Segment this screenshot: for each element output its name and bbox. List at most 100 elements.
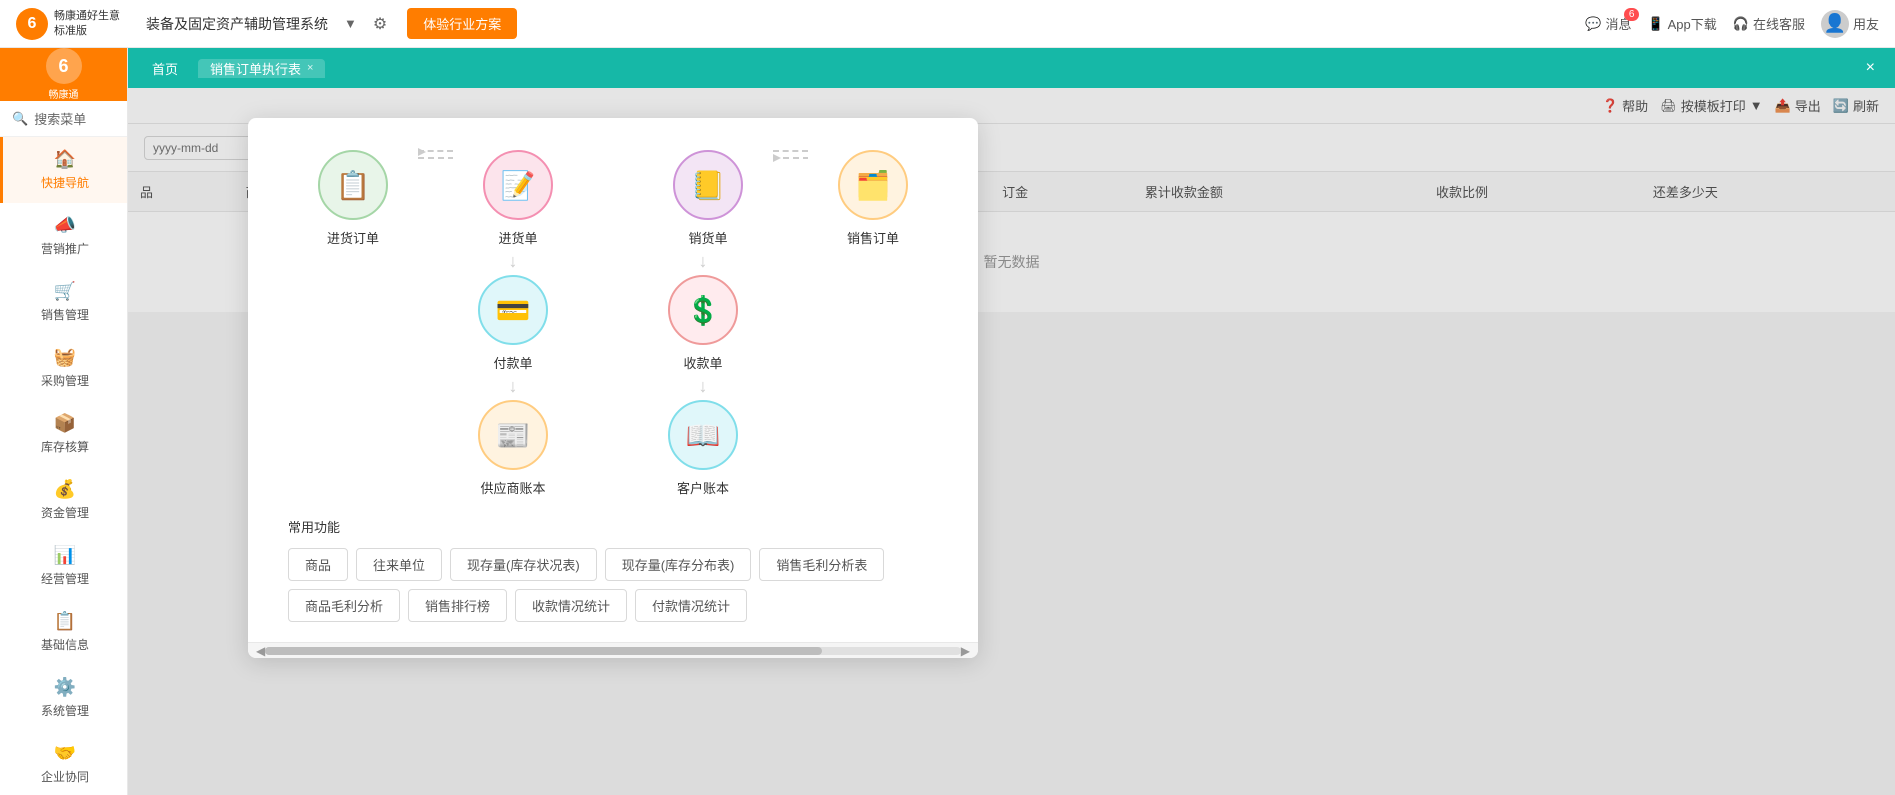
sidebar-item-basic-info[interactable]: 📋 基础信息 bbox=[0, 599, 127, 665]
func-button[interactable]: 销售毛利分析表 bbox=[759, 548, 884, 581]
top-right-area: 💬 消息 6 📱 App下载 🎧 在线客服 👤 用友 bbox=[1585, 10, 1879, 38]
logo-area: 6 畅康通好生意 标准版 bbox=[16, 8, 126, 40]
sales-order-circle[interactable]: 🗂️ bbox=[838, 150, 908, 220]
arrow-v-sales: ↓ bbox=[638, 247, 768, 275]
sidebar-logo-text: 畅康通 bbox=[49, 86, 79, 101]
func-button[interactable]: 销售排行榜 bbox=[408, 589, 507, 622]
page-content: ❓ 帮助 🖨 按模板打印 ▼ 📤 导出 🔄 刷新 bbox=[128, 88, 1895, 795]
flow-node-purchase-order: 📋 进货订单 bbox=[288, 150, 418, 247]
purchase-bill-label: 进货单 bbox=[498, 228, 537, 247]
online-service-button[interactable]: 🎧 在线客服 bbox=[1733, 14, 1805, 33]
flow-node-payment: 💳 付款单 bbox=[448, 275, 578, 372]
sidebar-item-sales-mgmt[interactable]: 🛒 销售管理 bbox=[0, 269, 127, 335]
flow-node-receipt: 💲 收款单 bbox=[638, 275, 768, 372]
arrow-h-1 bbox=[418, 150, 453, 167]
scroll-thumb bbox=[265, 647, 821, 655]
content-area: 首页 销售订单执行表 × × ❓ 帮助 🖨 bbox=[128, 48, 1895, 795]
func-buttons-row: 商品往来单位现存量(库存状况表)现存量(库存分布表)销售毛利分析表商品毛利分析销… bbox=[288, 548, 938, 622]
sidebar-item-quick-nav[interactable]: 🏠 快捷导航 bbox=[0, 137, 127, 203]
payment-label: 付款单 bbox=[493, 353, 532, 372]
flow-node-sales-order: 🗂️ 销售订单 bbox=[808, 150, 938, 247]
tab-right-close-btn[interactable]: × bbox=[1854, 59, 1887, 77]
sidebar-item-purchase-mgmt[interactable]: 🧺 采购管理 bbox=[0, 335, 127, 401]
trial-button[interactable]: 体验行业方案 bbox=[407, 8, 517, 39]
arrow-v-receipt: ↓ bbox=[638, 372, 768, 400]
finance-icon: 💰 bbox=[54, 479, 76, 500]
sidebar-search[interactable]: 🔍 搜索菜单 bbox=[0, 101, 127, 137]
sidebar-item-marketing[interactable]: 📣 营销推广 bbox=[0, 203, 127, 269]
tab-close-icon[interactable]: × bbox=[307, 62, 313, 74]
system-icon: ⚙️ bbox=[54, 677, 76, 698]
sidebar: 6 畅康通 🔍 搜索菜单 🏠 快捷导航 📣 营销推广 🛒 销售管理 🧺 采 bbox=[0, 48, 128, 795]
arrow-v-purchase: ↓ bbox=[448, 247, 578, 275]
system-title: 装备及固定资产辅助管理系统 bbox=[146, 14, 328, 34]
empty-col-1 bbox=[288, 247, 418, 275]
collab-icon: 🤝 bbox=[54, 743, 76, 764]
system-dropdown-icon[interactable]: ▼ bbox=[344, 16, 357, 31]
inventory-icon: 📦 bbox=[54, 413, 76, 434]
func-button[interactable]: 现存量(库存状况表) bbox=[450, 548, 597, 581]
sidebar-item-enterprise-collab[interactable]: 🤝 企业协同 bbox=[0, 731, 127, 795]
home-icon: 🏠 bbox=[54, 149, 76, 170]
supplier-account-circle[interactable]: 📰 bbox=[478, 400, 548, 470]
sidebar-item-finance[interactable]: 💰 资金管理 bbox=[0, 467, 127, 533]
search-icon: 🔍 bbox=[12, 111, 28, 127]
popup-scrollbar[interactable]: ◀ ▶ bbox=[248, 642, 978, 658]
scroll-left-arrow[interactable]: ◀ bbox=[256, 644, 265, 658]
message-icon: 💬 bbox=[1585, 16, 1601, 32]
tab-bar: 首页 销售订单执行表 × × bbox=[128, 48, 1895, 88]
popup-overlay[interactable]: 📋 进货订单 bbox=[128, 88, 1895, 795]
message-button[interactable]: 💬 消息 6 bbox=[1585, 14, 1631, 33]
receipt-circle[interactable]: 💲 bbox=[668, 275, 738, 345]
app-download-button[interactable]: 📱 App下载 bbox=[1647, 14, 1716, 33]
sidebar-logo-icon: 6 bbox=[46, 48, 82, 84]
flow-diagram: 📋 进货订单 bbox=[288, 150, 938, 497]
message-badge: 6 bbox=[1624, 8, 1640, 21]
avatar: 👤 bbox=[1821, 10, 1849, 38]
purchase-bill-circle[interactable]: 📝 bbox=[483, 150, 553, 220]
tab-bar-content: 首页 销售订单执行表 × bbox=[136, 59, 1854, 78]
func-button[interactable]: 商品 bbox=[288, 548, 348, 581]
common-functions: 常用功能 商品往来单位现存量(库存状况表)现存量(库存分布表)销售毛利分析表商品… bbox=[288, 517, 938, 622]
func-button[interactable]: 现存量(库存分布表) bbox=[605, 548, 752, 581]
flow-node-sales-bill: 📒 销货单 bbox=[643, 150, 773, 247]
sidebar-item-system-mgmt[interactable]: ⚙️ 系统管理 bbox=[0, 665, 127, 731]
operations-icon: 📊 bbox=[54, 545, 76, 566]
payment-circle[interactable]: 💳 bbox=[478, 275, 548, 345]
arrow-h-2 bbox=[773, 150, 808, 167]
purchase-order-circle[interactable]: 📋 bbox=[318, 150, 388, 220]
func-button[interactable]: 付款情况统计 bbox=[635, 589, 747, 622]
sidebar-logo: 6 畅康通 bbox=[0, 48, 127, 101]
sidebar-item-operations[interactable]: 📊 经营管理 bbox=[0, 533, 127, 599]
sales-bill-circle[interactable]: 📒 bbox=[673, 150, 743, 220]
logo-icon: 6 bbox=[16, 8, 48, 40]
logo-text: 畅康通好生意 标准版 bbox=[54, 9, 120, 38]
popup-body: 📋 进货订单 bbox=[248, 118, 978, 642]
marketing-icon: 📣 bbox=[54, 215, 76, 236]
tab-home[interactable]: 首页 bbox=[136, 59, 194, 78]
flow-node-purchase-bill: 📝 进货单 bbox=[453, 150, 583, 247]
sidebar-item-inventory[interactable]: 📦 库存核算 bbox=[0, 401, 127, 467]
arrow-v-payment: ↓ bbox=[448, 372, 578, 400]
scroll-right-arrow[interactable]: ▶ bbox=[961, 644, 970, 658]
flow-node-customer-account: 📖 客户账本 bbox=[638, 400, 768, 497]
sales-icon: 🛒 bbox=[54, 281, 76, 302]
common-functions-title: 常用功能 bbox=[288, 517, 938, 536]
customer-account-circle[interactable]: 📖 bbox=[668, 400, 738, 470]
func-button[interactable]: 商品毛利分析 bbox=[288, 589, 400, 622]
quick-nav-popup: 📋 进货订单 bbox=[248, 118, 978, 658]
basic-info-icon: 📋 bbox=[54, 611, 76, 632]
func-button[interactable]: 收款情况统计 bbox=[515, 589, 627, 622]
func-button[interactable]: 往来单位 bbox=[356, 548, 442, 581]
supplier-account-label: 供应商账本 bbox=[480, 478, 545, 497]
flow-node-supplier-account: 📰 供应商账本 bbox=[448, 400, 578, 497]
sales-order-label: 销售订单 bbox=[847, 228, 899, 247]
user-button[interactable]: 👤 用友 bbox=[1821, 10, 1879, 38]
receipt-label: 收款单 bbox=[683, 353, 722, 372]
sales-bill-label: 销货单 bbox=[688, 228, 727, 247]
settings-icon[interactable]: ⚙ bbox=[373, 14, 387, 34]
purchase-icon: 🧺 bbox=[54, 347, 76, 368]
tab-sales-execution[interactable]: 销售订单执行表 × bbox=[198, 59, 325, 78]
purchase-order-label: 进货订单 bbox=[327, 228, 379, 247]
scroll-track bbox=[265, 647, 961, 655]
